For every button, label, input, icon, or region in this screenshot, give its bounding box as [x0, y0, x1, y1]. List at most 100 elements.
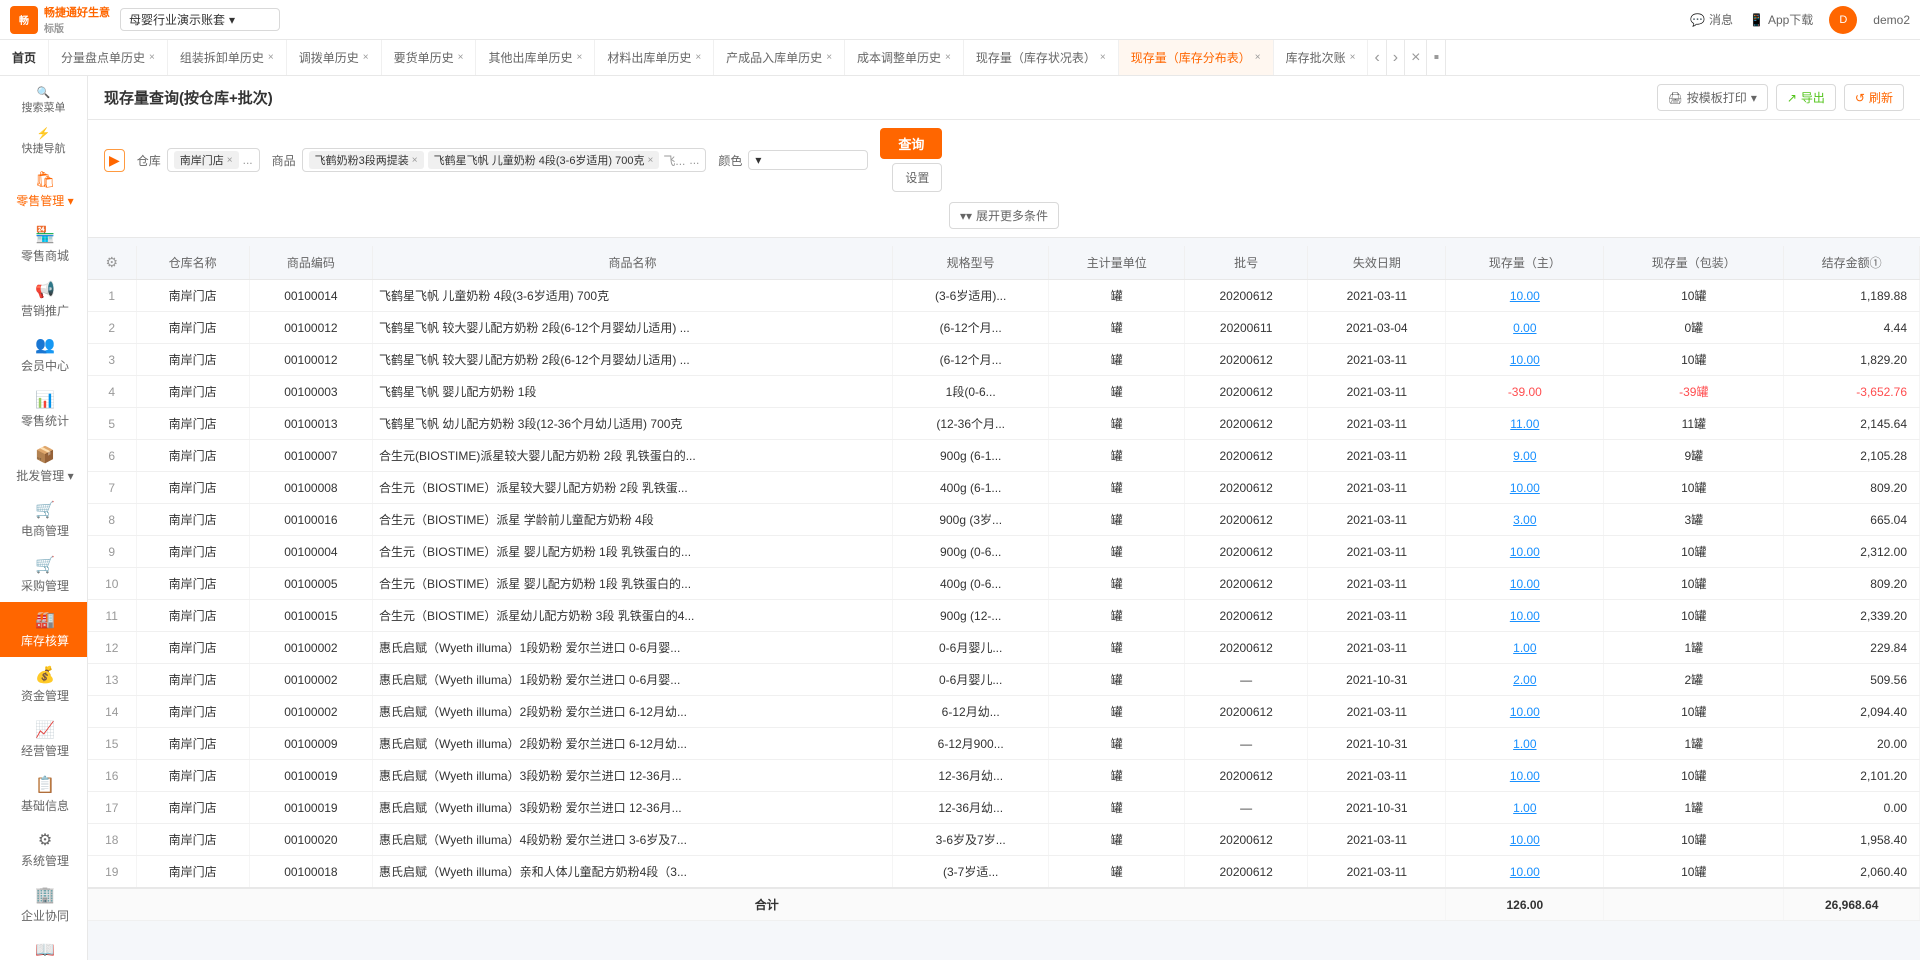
row-qty-main[interactable]: 10.00	[1446, 472, 1604, 504]
tab-xian-cun-fb[interactable]: 现存量（库存分布表） ×	[1119, 40, 1274, 76]
message-btn[interactable]: 💬 消息	[1690, 11, 1733, 28]
tab-close-icon[interactable]: ×	[149, 52, 155, 63]
row-balance: 20.00	[1784, 728, 1920, 760]
table-row: 4 南岸门店 00100003 飞鹤星飞帆 婴儿配方奶粉 1段 1段(0-6..…	[88, 376, 1920, 408]
row-batch: —	[1185, 728, 1308, 760]
row-qty-main[interactable]: 10.00	[1446, 760, 1604, 792]
sidebar-item-retail-shop[interactable]: 🏪 零售商城	[0, 217, 87, 272]
row-spec: 900g (6-1...	[892, 440, 1049, 472]
tab-tiao-bo[interactable]: 调拨单历史 ×	[287, 40, 382, 76]
export-button[interactable]: ↗ 导出	[1776, 84, 1836, 111]
row-num: 14	[88, 696, 136, 728]
sidebar-item-purchase[interactable]: 🛒 采购管理	[0, 547, 87, 602]
tab-qi-ta[interactable]: 其他出库单历史 ×	[476, 40, 595, 76]
row-qty-main[interactable]: 3.00	[1446, 504, 1604, 536]
row-spec: 900g (3岁...	[892, 504, 1049, 536]
warehouse-tag-wrap[interactable]: 南岸门店 × ...	[167, 148, 260, 172]
row-qty-main[interactable]: 1.00	[1446, 632, 1604, 664]
row-qty-main[interactable]: 1.00	[1446, 792, 1604, 824]
row-spec: 900g (12-...	[892, 600, 1049, 632]
tab-close-icon[interactable]: ×	[1255, 52, 1261, 63]
product-more-btn[interactable]: ...	[689, 153, 699, 167]
tab-pi-ci[interactable]: 库存批次账 ×	[1274, 40, 1369, 76]
tab-close-all-btn[interactable]: ×	[1405, 40, 1427, 76]
query-button[interactable]: 查询	[880, 128, 942, 159]
color-tag-wrap[interactable]: ▾	[748, 150, 868, 170]
sidebar-item-retail-mgmt[interactable]: 🛍 零售管理 ▾	[0, 162, 87, 217]
product-tag-wrap[interactable]: 飞鹤奶粉3段两提装 × 飞鹤星飞帆 儿童奶粉 4段(3-6岁适用) 700克 ×…	[302, 148, 707, 172]
product-tag-2-close[interactable]: ×	[648, 155, 654, 166]
sidebar-item-finance[interactable]: 💰 资金管理	[0, 657, 87, 712]
tab-zu-chai[interactable]: 组装拆卸单历史 ×	[168, 40, 287, 76]
col-qty-pkg: 现存量（包装）	[1604, 246, 1784, 280]
tab-close-icon[interactable]: ×	[576, 52, 582, 63]
sidebar-search[interactable]: 🔍 搜索菜单	[0, 80, 87, 121]
filter-toggle-btn[interactable]: ▶	[104, 149, 125, 172]
app-download-label: App下载	[1768, 11, 1813, 28]
col-expire: 失效日期	[1308, 246, 1446, 280]
sidebar-item-guide[interactable]: 📖 新手引导	[0, 932, 87, 960]
account-dropdown[interactable]: 母婴行业演示账套 ▾	[120, 8, 280, 31]
row-qty-main[interactable]: 10.00	[1446, 824, 1604, 856]
row-qty-main[interactable]: 10.00	[1446, 600, 1604, 632]
user-avatar[interactable]: D	[1829, 6, 1857, 34]
tab-close-icon[interactable]: ×	[826, 52, 832, 63]
row-qty-main[interactable]: 10.00	[1446, 568, 1604, 600]
table-row: 15 南岸门店 00100009 惠氏启赋（Wyeth illuma）2段奶粉 …	[88, 728, 1920, 760]
row-qty-main[interactable]: 10.00	[1446, 856, 1604, 889]
row-expire: 2021-03-11	[1308, 344, 1446, 376]
tab-chan-pin-ru[interactable]: 产成品入库单历史 ×	[714, 40, 845, 76]
sidebar-item-operation[interactable]: 📈 经营管理	[0, 712, 87, 767]
tab-xian-cun-kk[interactable]: 现存量（库存状况表） ×	[964, 40, 1119, 76]
tab-close-icon[interactable]: ×	[945, 52, 951, 63]
row-qty-pkg: 10罐	[1604, 856, 1784, 889]
row-unit: 罐	[1049, 568, 1185, 600]
sidebar-item-ecommerce[interactable]: 🛒 电商管理	[0, 492, 87, 547]
sidebar-item-basic[interactable]: 📋 基础信息	[0, 767, 87, 822]
tab-cai-liao[interactable]: 材料出库单历史 ×	[595, 40, 714, 76]
tab-cheng-ben[interactable]: 成本调整单历史 ×	[845, 40, 964, 76]
row-qty-main[interactable]: 9.00	[1446, 440, 1604, 472]
row-code: 00100016	[249, 504, 372, 536]
column-settings-icon[interactable]: ⚙	[105, 254, 118, 270]
refresh-button[interactable]: ↺ 刷新	[1844, 84, 1904, 111]
product-tag-1-close[interactable]: ×	[412, 155, 418, 166]
sidebar-item-retail-stats[interactable]: 📊 零售统计	[0, 382, 87, 437]
warehouse-more-btn[interactable]: ...	[243, 153, 253, 167]
tab-menu-btn[interactable]: ▪	[1427, 40, 1446, 76]
tab-close-icon[interactable]: ×	[1100, 52, 1106, 63]
row-qty-main[interactable]: 10.00	[1446, 280, 1604, 312]
row-qty-main[interactable]: 0.00	[1446, 312, 1604, 344]
tab-close-icon[interactable]: ×	[458, 52, 464, 63]
tab-close-icon[interactable]: ×	[363, 52, 369, 63]
tab-close-icon[interactable]: ×	[268, 52, 274, 63]
row-qty-main[interactable]: 10.00	[1446, 344, 1604, 376]
expand-conditions-btn[interactable]: ▾▾ 展开更多条件	[949, 202, 1059, 229]
row-warehouse: 南岸门店	[136, 344, 249, 376]
sidebar-item-wholesale[interactable]: 📦 批发管理 ▾	[0, 437, 87, 492]
sidebar-item-enterprise[interactable]: 🏢 企业协同	[0, 877, 87, 932]
print-button[interactable]: 🖨 按模板打印 ▾	[1657, 84, 1768, 111]
sidebar-item-member[interactable]: 👥 会员中心	[0, 327, 87, 382]
col-unit: 主计量单位	[1049, 246, 1185, 280]
row-qty-main[interactable]: 2.00	[1446, 664, 1604, 696]
sidebar-quick-nav[interactable]: ⚡ 快捷导航	[0, 121, 87, 162]
row-qty-main[interactable]: 10.00	[1446, 696, 1604, 728]
setting-button[interactable]: 设置	[892, 163, 942, 192]
sidebar-item-inventory[interactable]: 🏭 库存核算	[0, 602, 87, 657]
tab-prev-btn[interactable]: ‹	[1368, 40, 1386, 76]
tab-close-icon[interactable]: ×	[1350, 52, 1356, 63]
app-icon: 📱	[1749, 13, 1764, 27]
tab-home[interactable]: 首页	[0, 40, 49, 76]
tab-yao-huo[interactable]: 要货单历史 ×	[382, 40, 477, 76]
tab-close-icon[interactable]: ×	[695, 52, 701, 63]
sidebar-item-system[interactable]: ⚙ 系统管理	[0, 822, 87, 877]
row-qty-main[interactable]: 10.00	[1446, 536, 1604, 568]
tab-fen-pan[interactable]: 分量盘点单历史 ×	[49, 40, 168, 76]
row-qty-main[interactable]: 1.00	[1446, 728, 1604, 760]
warehouse-tag-close[interactable]: ×	[227, 155, 233, 166]
sidebar-item-marketing[interactable]: 📢 营销推广	[0, 272, 87, 327]
tab-next-btn[interactable]: ›	[1387, 40, 1405, 76]
row-qty-main[interactable]: 11.00	[1446, 408, 1604, 440]
app-download-btn[interactable]: 📱 App下载	[1749, 11, 1813, 28]
